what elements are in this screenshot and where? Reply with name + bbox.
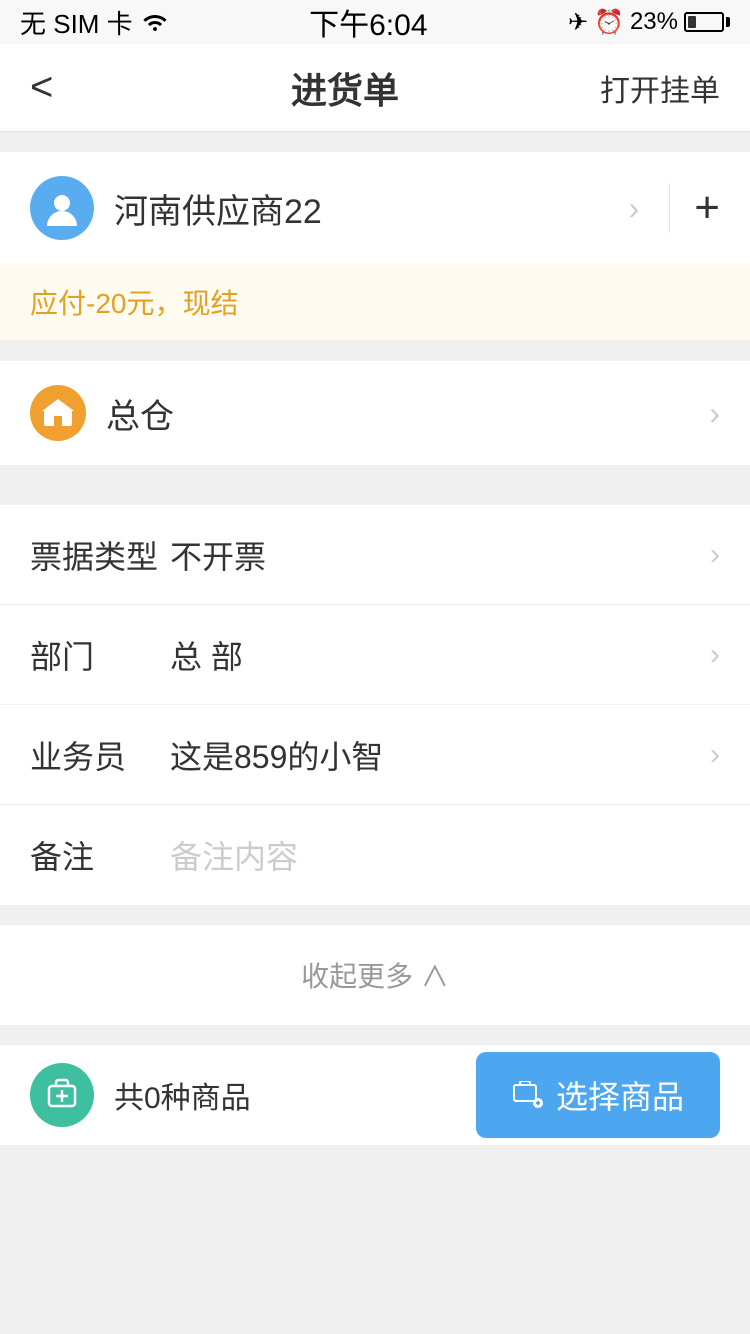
supplier-chevron-icon: ›	[629, 190, 640, 227]
invoice-type-chevron-icon: ›	[710, 538, 720, 572]
wifi-icon	[141, 7, 169, 38]
section-gap-1	[0, 132, 750, 152]
status-right: ✈ ⏰ 23%	[568, 8, 730, 37]
battery-icon	[684, 12, 730, 32]
open-pending-button[interactable]: 打开挂单	[600, 66, 720, 110]
department-chevron-icon: ›	[710, 638, 720, 672]
select-product-label: 选择商品	[556, 1072, 684, 1118]
salesperson-label: 业务员	[30, 732, 170, 778]
add-button[interactable]: +	[694, 186, 720, 230]
supplier-avatar	[30, 176, 94, 240]
select-product-button[interactable]: 选择商品	[476, 1052, 720, 1138]
invoice-type-value: 不开票	[170, 532, 710, 578]
notice-text: 应付-20元，现结	[30, 288, 238, 319]
supplier-section: 河南供应商22 › + 应付-20元，现结	[0, 152, 750, 340]
department-value: 总 部	[170, 632, 710, 678]
collapse-label: 收起更多 ∧	[301, 955, 449, 995]
supplier-name: 河南供应商22	[114, 184, 629, 233]
form-section: 票据类型 不开票 › 部门 总 部 › 业务员 这是859的小智 › 备注 备注…	[0, 505, 750, 905]
collapse-row[interactable]: 收起更多 ∧	[0, 925, 750, 1025]
warehouse-row[interactable]: 总仓 ›	[0, 360, 750, 465]
warehouse-name: 总仓	[106, 389, 709, 438]
bottom-bar: 共0种商品 选择商品	[0, 1045, 750, 1145]
product-count-label: 共0种商品	[114, 1073, 476, 1117]
nav-bar: < 进货单 打开挂单	[0, 44, 750, 132]
invoice-type-label: 票据类型	[30, 532, 170, 578]
salesperson-chevron-icon: ›	[710, 738, 720, 772]
notice-bar: 应付-20元，现结	[0, 264, 750, 340]
alarm-icon: ⏰	[594, 8, 624, 37]
carrier-label: 无 SIM 卡	[20, 4, 133, 41]
department-label: 部门	[30, 632, 170, 678]
department-row[interactable]: 部门 总 部 ›	[0, 605, 750, 705]
status-bar: 无 SIM 卡 下午6:04 ✈ ⏰ 23%	[0, 0, 750, 44]
main-content: 河南供应商22 › + 应付-20元，现结 总仓 › 票据类型 不开票	[0, 132, 750, 1334]
warehouse-chevron-icon: ›	[709, 395, 720, 432]
invoice-type-row[interactable]: 票据类型 不开票 ›	[0, 505, 750, 605]
status-left: 无 SIM 卡	[20, 4, 169, 41]
vertical-divider	[669, 183, 670, 233]
location-icon: ✈	[568, 8, 588, 37]
remark-label: 备注	[30, 832, 170, 878]
status-time: 下午6:04	[309, 0, 427, 44]
remark-value: 备注内容	[170, 832, 720, 878]
warehouse-icon	[30, 385, 86, 441]
salesperson-row[interactable]: 业务员 这是859的小智 ›	[0, 705, 750, 805]
section-gap-3	[0, 465, 750, 485]
remark-row[interactable]: 备注 备注内容	[0, 805, 750, 905]
back-button[interactable]: <	[30, 65, 90, 110]
battery-percent: 23%	[630, 8, 678, 36]
supplier-row[interactable]: 河南供应商22 › +	[0, 152, 750, 264]
product-icon	[30, 1063, 94, 1127]
salesperson-value: 这是859的小智	[170, 732, 710, 778]
page-title: 进货单	[291, 62, 399, 114]
section-gap-2	[0, 340, 750, 360]
